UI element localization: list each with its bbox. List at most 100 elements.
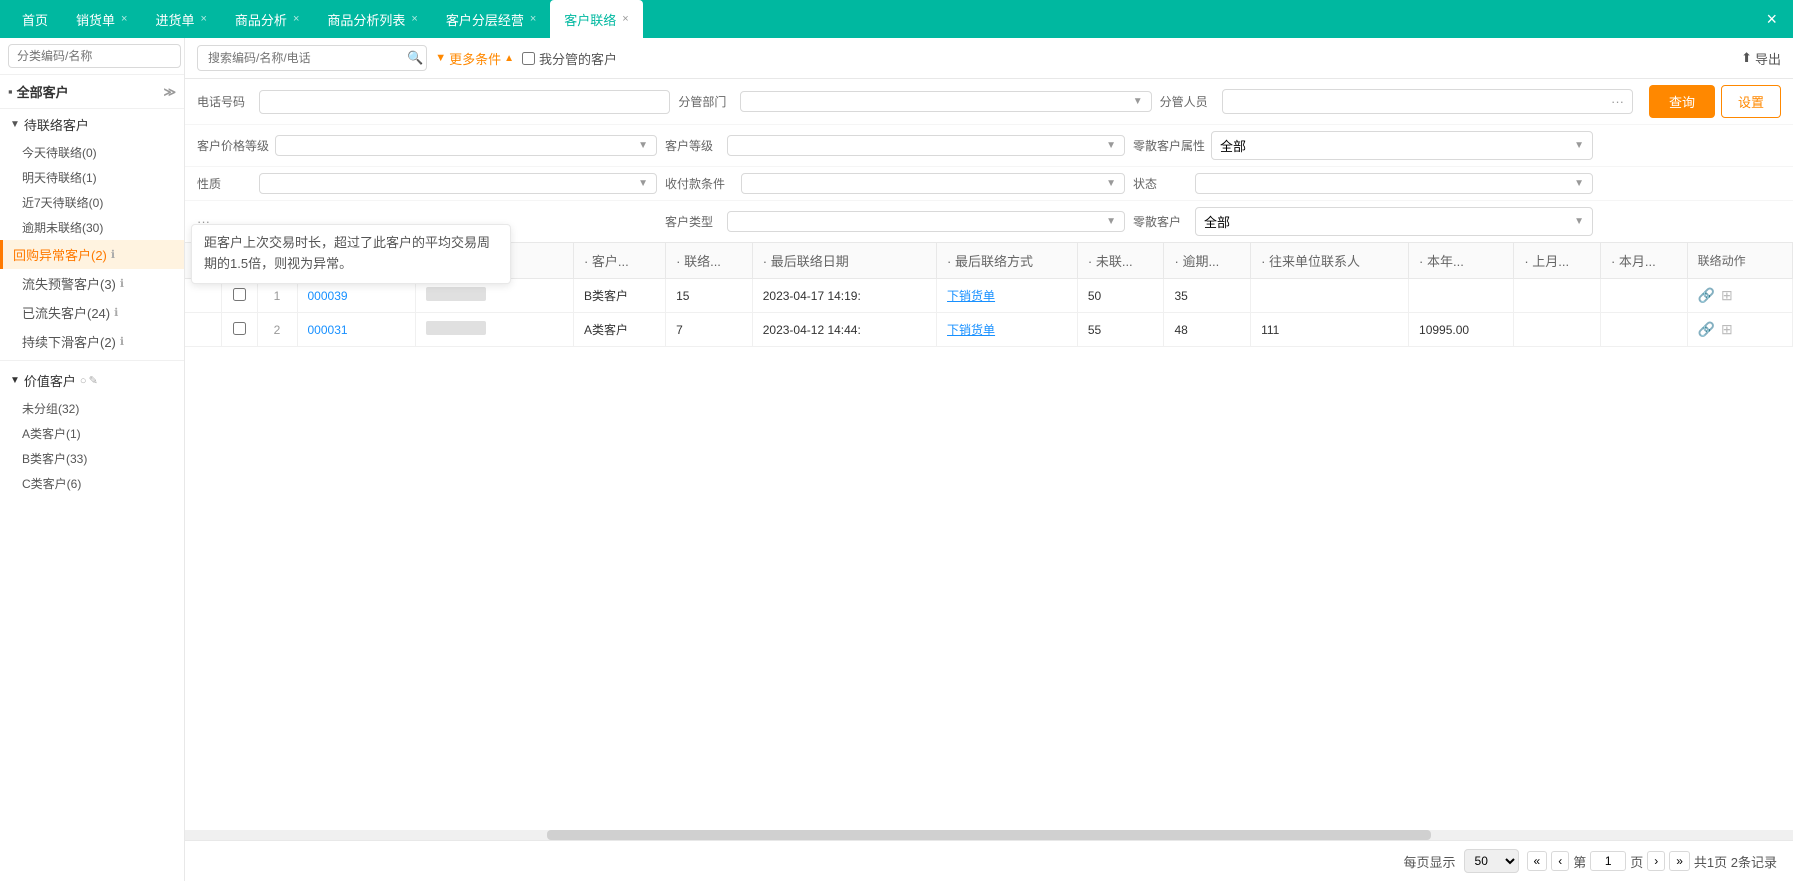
col-header-type[interactable]: · 客户... (573, 243, 665, 279)
person-input[interactable]: ··· (1222, 89, 1633, 114)
nav-item-analysis[interactable]: 商品分析 × (221, 0, 313, 38)
chevron-up-icon: ▲ (504, 53, 514, 64)
col-header-uncontacted[interactable]: · 未联... (1077, 243, 1164, 279)
row2-overdue: 48 (1164, 313, 1251, 347)
close-icon[interactable]: × (530, 13, 536, 25)
row2-last-month (1514, 313, 1601, 347)
action-grid-icon[interactable]: ⊞ (1721, 321, 1733, 338)
edit-icon[interactable]: ✎ (89, 374, 98, 387)
window-close-button[interactable]: × (1758, 9, 1785, 30)
nav-item-analysis-list[interactable]: 商品分析列表 × (313, 0, 431, 38)
dept-label: 分管部门 (678, 93, 734, 110)
payment-select[interactable]: ▼ (741, 173, 1125, 194)
col-header-last-method[interactable]: · 最后联络方式 (937, 243, 1078, 279)
phone-input[interactable] (259, 90, 670, 114)
action-link-icon[interactable]: 🔗 (1698, 287, 1715, 304)
row2-checkbox-input[interactable] (233, 322, 246, 335)
info-icon: ℹ (114, 306, 118, 319)
row2-code[interactable]: 000031 (297, 313, 415, 347)
row1-last-method[interactable]: 下销货单 (937, 279, 1078, 313)
sidebar-item-today[interactable]: 今天待联络(0) (0, 140, 184, 165)
nav-item-purchase[interactable]: 进货单 × (141, 0, 220, 38)
customer-type-select[interactable]: ▼ (727, 211, 1125, 232)
nav-item-home[interactable]: 首页 (8, 0, 62, 38)
retail-attr-select[interactable]: 全部 ▼ (1211, 131, 1593, 160)
chevron-down-icon: ▼ (1574, 216, 1584, 227)
col-header-this-year[interactable]: · 本年... (1409, 243, 1514, 279)
gender-select[interactable]: ▼ (259, 173, 657, 194)
first-page-button[interactable]: « (1527, 851, 1548, 871)
payment-label: 收付款条件 (665, 175, 735, 192)
collapse-icon[interactable]: ≫ (163, 85, 176, 99)
col-header-unit-contact[interactable]: · 往来单位联系人 (1251, 243, 1409, 279)
row2-settings (185, 313, 221, 347)
search-icon[interactable]: 🔍 (407, 50, 423, 66)
close-icon[interactable]: × (622, 13, 628, 25)
col-header-contact[interactable]: · 联络... (666, 243, 753, 279)
chevron-down-icon: ▼ (638, 178, 648, 189)
row1-name[interactable] (415, 279, 573, 313)
sidebar-item-a-class[interactable]: A类客户(1) (0, 421, 184, 446)
page-input[interactable] (1590, 851, 1626, 871)
sidebar-item-churned[interactable]: 已流失客户(24) ℹ (0, 298, 184, 327)
my-customers-checkbox-label[interactable]: 我分管的客户 (522, 49, 617, 68)
settings-button[interactable]: 设置 (1721, 85, 1781, 118)
search-input[interactable] (197, 45, 427, 71)
sidebar-item-b-class[interactable]: B类客户(33) (0, 446, 184, 471)
col-header-overdue[interactable]: · 逾期... (1164, 243, 1251, 279)
sidebar-group-title-pending[interactable]: ▼ 待联络客户 (0, 109, 184, 140)
sidebar-item-unclassified[interactable]: 未分组(32) (0, 396, 184, 421)
info-icon: ℹ (111, 248, 115, 261)
row1-checkbox[interactable] (221, 279, 257, 313)
price-level-select[interactable]: ▼ (275, 135, 657, 156)
row2-checkbox[interactable] (221, 313, 257, 347)
phone-label: 电话号码 (197, 93, 253, 110)
next-page-button[interactable]: › (1647, 851, 1665, 871)
sidebar-all-customers[interactable]: ▪ 全部客户 ≫ (0, 75, 184, 109)
more-conditions-button[interactable]: ▼ 更多条件 ▲ (435, 49, 514, 68)
nav-item-sales[interactable]: 销货单 × (62, 0, 141, 38)
row1-this-year (1409, 279, 1514, 313)
close-icon[interactable]: × (121, 13, 127, 25)
prev-page-button[interactable]: ‹ (1551, 851, 1569, 871)
sidebar-item-repurchase-abnormal[interactable]: 回购异常客户(2) ℹ (0, 240, 184, 269)
row2-name[interactable] (415, 313, 573, 347)
row1-type: B类客户 (573, 279, 665, 313)
table-footer: 每页显示 50 20 100 « ‹ 第 页 › » 共1页 2条记录 (185, 840, 1793, 881)
row1-checkbox-input[interactable] (233, 288, 246, 301)
close-icon[interactable]: × (411, 13, 417, 25)
person-label: 分管人员 (1160, 93, 1216, 110)
query-button[interactable]: 查询 (1649, 85, 1715, 118)
close-icon[interactable]: × (200, 13, 206, 25)
last-page-button[interactable]: » (1669, 851, 1690, 871)
col-header-last-month[interactable]: · 上月... (1514, 243, 1601, 279)
horizontal-scrollbar[interactable] (185, 830, 1793, 840)
customer-level-select[interactable]: ▼ (727, 135, 1125, 156)
col-header-this-month[interactable]: · 本月... (1600, 243, 1687, 279)
row1-action: 🔗 ⊞ (1687, 279, 1792, 313)
close-icon[interactable]: × (293, 13, 299, 25)
retail-select[interactable]: 全部 ▼ (1195, 207, 1593, 236)
dept-select[interactable]: ▼ (740, 91, 1151, 112)
status-select[interactable]: ▼ (1195, 173, 1593, 194)
sidebar-item-tomorrow[interactable]: 明天待联络(1) (0, 165, 184, 190)
sidebar-group-title-value[interactable]: ▼ 价值客户 ○ ✎ (0, 365, 184, 396)
export-button[interactable]: ⬆ 导出 (1741, 49, 1781, 68)
action-link-icon[interactable]: 🔗 (1698, 321, 1715, 338)
nav-item-customer-seg[interactable]: 客户分层经营 × (432, 0, 550, 38)
action-grid-icon[interactable]: ⊞ (1721, 287, 1733, 304)
nav-item-customer-contact[interactable]: 客户联络 × (550, 0, 642, 38)
row1-this-month (1600, 279, 1687, 313)
sidebar-item-churn-warning[interactable]: 流失预警客户(3) ℹ (0, 269, 184, 298)
arrow-down-icon: ▼ (10, 119, 20, 130)
my-customers-checkbox[interactable] (522, 52, 535, 65)
col-header-last-date[interactable]: · 最后联络日期 (752, 243, 936, 279)
sidebar-search-input[interactable] (8, 44, 181, 68)
sidebar-item-overdue[interactable]: 逾期未联络(30) (0, 215, 184, 240)
sidebar-item-declining[interactable]: 持续下滑客户(2) ℹ (0, 327, 184, 356)
row2-last-method[interactable]: 下销货单 (937, 313, 1078, 347)
sidebar-item-c-class[interactable]: C类客户(6) (0, 471, 184, 496)
row1-code[interactable]: 000039 (297, 279, 415, 313)
per-page-select[interactable]: 50 20 100 (1464, 849, 1519, 873)
sidebar-item-7days[interactable]: 近7天待联络(0) (0, 190, 184, 215)
